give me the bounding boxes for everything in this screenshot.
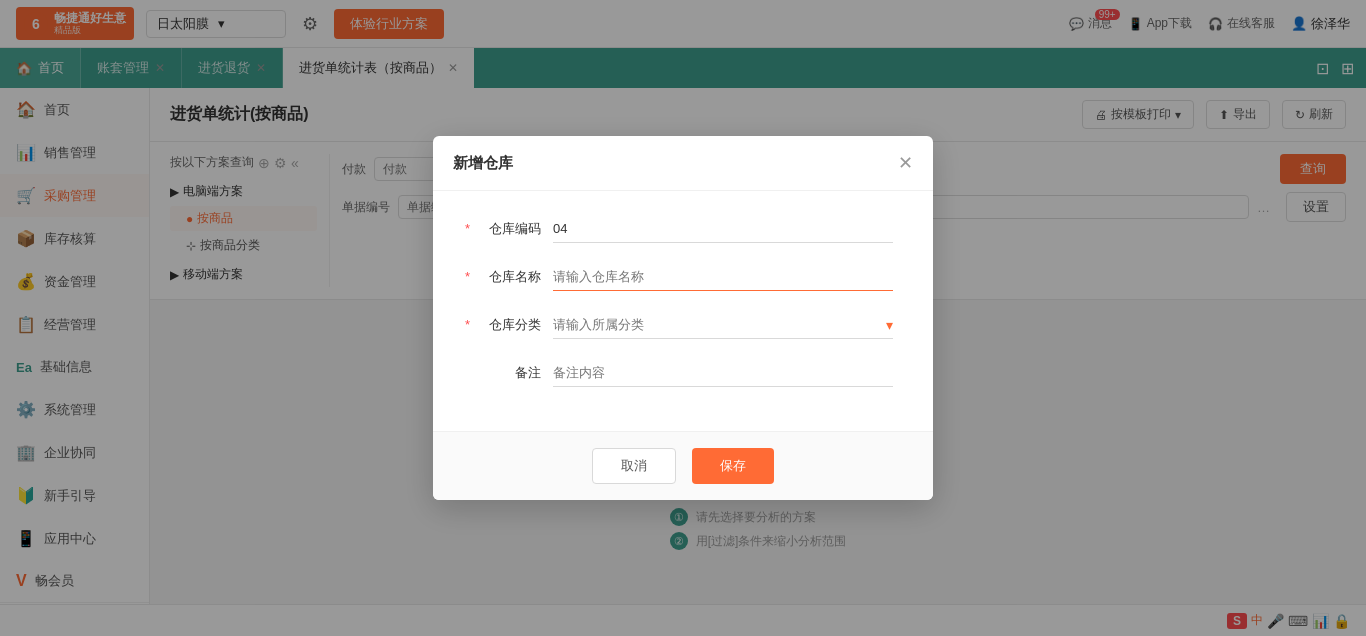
remark-input[interactable] — [553, 359, 893, 387]
dialog-body: 仓库编码 仓库名称 仓库分类 ▾ 备注 — [433, 191, 933, 431]
name-input[interactable] — [553, 263, 893, 291]
form-row-remark: 备注 — [473, 359, 893, 387]
form-row-name: 仓库名称 — [473, 263, 893, 291]
code-label: 仓库编码 — [473, 220, 553, 238]
remark-label: 备注 — [473, 364, 553, 382]
category-label: 仓库分类 — [473, 316, 553, 334]
add-warehouse-dialog: 新增仓库 ✕ 仓库编码 仓库名称 仓库分类 ▾ — [433, 136, 933, 500]
category-input[interactable] — [553, 311, 886, 338]
name-label: 仓库名称 — [473, 268, 553, 286]
dialog-close-button[interactable]: ✕ — [898, 152, 913, 174]
code-input[interactable] — [553, 215, 893, 243]
form-row-category: 仓库分类 ▾ — [473, 311, 893, 339]
modal-overlay: 新增仓库 ✕ 仓库编码 仓库名称 仓库分类 ▾ — [0, 0, 1366, 636]
save-button[interactable]: 保存 — [692, 448, 774, 484]
category-select-wrapper: ▾ — [553, 311, 893, 339]
form-row-code: 仓库编码 — [473, 215, 893, 243]
cancel-button[interactable]: 取消 — [592, 448, 676, 484]
dialog-header: 新增仓库 ✕ — [433, 136, 933, 191]
dialog-footer: 取消 保存 — [433, 431, 933, 500]
dialog-title: 新增仓库 — [453, 154, 513, 173]
category-dropdown-icon[interactable]: ▾ — [886, 317, 893, 333]
